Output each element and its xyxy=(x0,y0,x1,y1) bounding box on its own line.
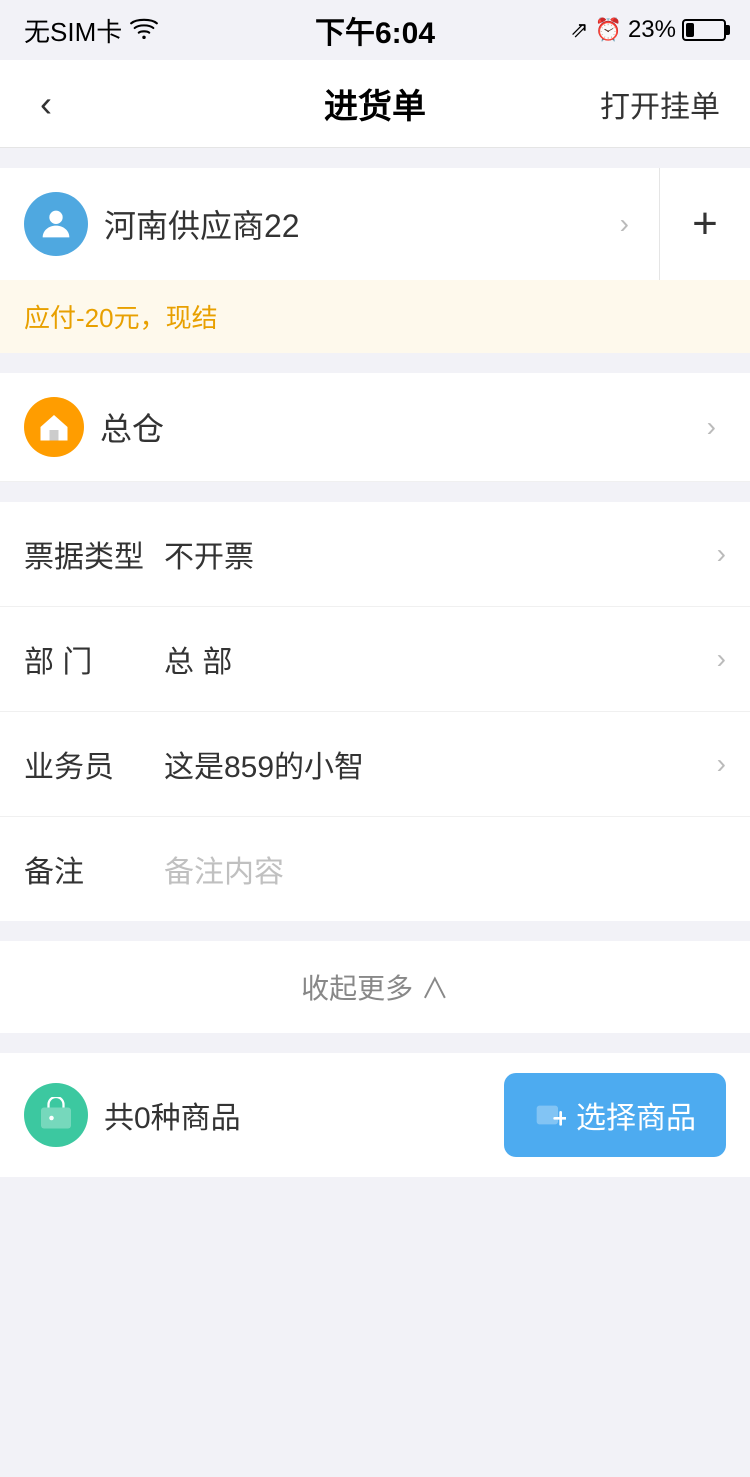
collapse-button[interactable]: 收起更多 ∧ xyxy=(0,941,750,1033)
remark-value: 备注内容 xyxy=(164,847,726,891)
supplier-selector[interactable]: 河南供应商22 › xyxy=(0,168,660,280)
bottom-bar: 共0种商品 选择商品 xyxy=(0,1053,750,1177)
alarm-icon: ⏰ xyxy=(595,17,622,43)
gray-background-fill xyxy=(0,1177,750,1477)
warehouse-name: 总仓 xyxy=(100,404,691,450)
department-label: 部 门 xyxy=(24,637,164,681)
warehouse-row[interactable]: 总仓 › xyxy=(0,373,750,482)
open-pending-button[interactable]: 打开挂单 xyxy=(600,82,720,126)
salesperson-value: 这是859的小智 xyxy=(164,742,707,786)
invoice-type-value: 不开票 xyxy=(164,532,707,576)
product-icon xyxy=(24,1083,88,1147)
remark-row[interactable]: 备注 备注内容 xyxy=(0,817,750,921)
invoice-type-row[interactable]: 票据类型 不开票 › xyxy=(0,502,750,607)
supplier-name: 河南供应商22 xyxy=(104,201,604,247)
supplier-section: 河南供应商22 › + xyxy=(0,168,750,280)
invoice-type-chevron-icon: › xyxy=(707,538,726,570)
status-time: 下午6:04 xyxy=(315,8,435,52)
product-count-text: 共0种商品 xyxy=(88,1093,504,1137)
page-title: 进货单 xyxy=(324,79,426,128)
notice-text: 应付-20元，现结 xyxy=(24,303,218,333)
department-value: 总 部 xyxy=(164,637,707,681)
department-chevron-icon: › xyxy=(707,643,726,675)
add-supplier-button[interactable]: + xyxy=(660,168,750,280)
select-product-button[interactable]: 选择商品 xyxy=(504,1073,726,1157)
wifi-icon xyxy=(130,15,158,46)
invoice-type-label: 票据类型 xyxy=(24,532,164,576)
notice-banner: 应付-20元，现结 xyxy=(0,280,750,353)
location-icon: ⇗ xyxy=(570,17,588,43)
section-divider-1 xyxy=(0,148,750,168)
nav-bar: ‹ 进货单 打开挂单 xyxy=(0,60,750,148)
select-product-label: 选择商品 xyxy=(576,1093,696,1137)
salesperson-chevron-icon: › xyxy=(707,748,726,780)
supplier-chevron-icon: › xyxy=(620,208,639,240)
warehouse-chevron-icon: › xyxy=(707,411,726,443)
salesperson-label: 业务员 xyxy=(24,742,164,786)
supplier-avatar xyxy=(24,192,88,256)
collapse-label: 收起更多 ∧ xyxy=(301,973,449,1004)
salesperson-row[interactable]: 业务员 这是859的小智 › xyxy=(0,712,750,817)
status-carrier: 无SIM卡 xyxy=(24,12,158,49)
battery-icon xyxy=(682,19,726,41)
carrier-text: 无SIM卡 xyxy=(24,12,122,49)
remark-label: 备注 xyxy=(24,847,164,891)
form-section: 票据类型 不开票 › 部 门 总 部 › 业务员 这是859的小智 › 备注 备… xyxy=(0,502,750,921)
select-product-icon xyxy=(534,1099,566,1131)
section-divider-2 xyxy=(0,353,750,373)
department-row[interactable]: 部 门 总 部 › xyxy=(0,607,750,712)
battery-percent: 23% xyxy=(628,16,676,44)
status-indicators: ⇗ ⏰ 23% xyxy=(570,16,726,44)
warehouse-icon xyxy=(24,397,84,457)
back-button[interactable]: ‹ xyxy=(30,73,62,135)
status-bar: 无SIM卡 下午6:04 ⇗ ⏰ 23% xyxy=(0,0,750,60)
